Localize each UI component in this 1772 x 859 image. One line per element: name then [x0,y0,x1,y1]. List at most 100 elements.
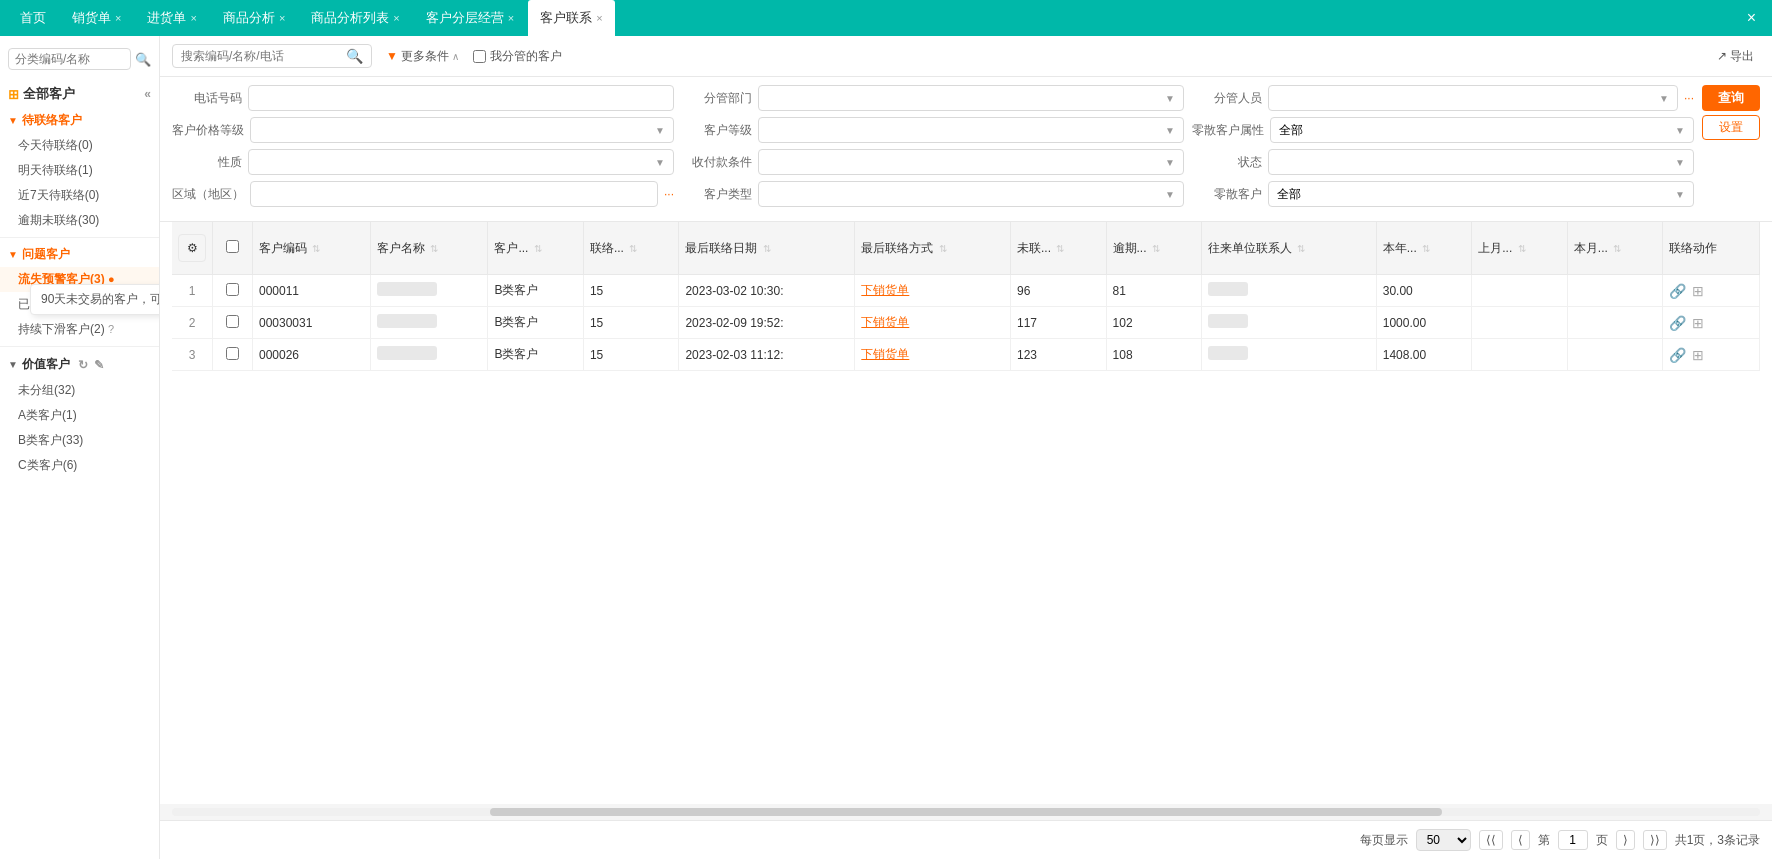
close-customer-contact-tab[interactable]: × [596,12,602,24]
sidebar-search-input[interactable] [8,48,131,70]
filter-payment-select[interactable]: ▼ [758,149,1184,175]
row1-lastmonth [1472,275,1568,307]
scrollbar-thumb[interactable] [490,808,1443,816]
col-name[interactable]: 客户名称 ⇅ [370,222,488,275]
filter-person-more[interactable]: ··· [1684,91,1694,105]
more-filter-button[interactable]: ▼ 更多条件 ∧ [380,46,465,67]
row1-grid-icon[interactable]: ⊞ [1692,283,1704,299]
filter-customerlevel-select[interactable]: ▼ [758,117,1184,143]
tab-purchaseorder[interactable]: 进货单 × [135,0,208,36]
sidebar-root-item[interactable]: ⊞ 全部客户 « [0,80,159,108]
sidebar-item-b-class[interactable]: B类客户(33) [0,428,159,453]
col-contact[interactable]: 联络... ⇅ [583,222,679,275]
sidebar-section-value[interactable]: ▼ 价值客户 ↻ ✎ [0,351,159,378]
search-button[interactable]: 查询 [1702,85,1760,111]
sidebar-section-pending[interactable]: ▼ 待联络客户 [0,108,159,133]
row1-thisyear: 30.00 [1376,275,1472,307]
tab-product-analysis[interactable]: 商品分析 × [211,0,297,36]
col-code[interactable]: 客户编码 ⇅ [253,222,371,275]
page-label: 第 [1538,832,1550,849]
row3-uncontacted: 123 [1011,339,1107,371]
col-action: 联络动作 [1663,222,1760,275]
row1-checkbox[interactable] [226,283,239,296]
pagination-next-button[interactable]: ⟩ [1616,830,1635,850]
pagination-last-button[interactable]: ⟩⟩ [1643,830,1667,850]
select-all-checkbox[interactable] [226,240,239,253]
col-thisyear[interactable]: 本年... ⇅ [1376,222,1472,275]
sidebar-item-today-contact[interactable]: 今天待联络(0) [0,133,159,158]
filter-row-2: 客户价格等级 ▼ 客户等级 ▼ [172,117,1694,143]
page-number-input[interactable] [1558,830,1588,850]
sidebar-item-7day-contact[interactable]: 近7天待联络(0) [0,183,159,208]
col-lastmonth[interactable]: 上月... ⇅ [1472,222,1568,275]
refresh-icon[interactable]: ↻ [78,358,88,372]
col-lastdate[interactable]: 最后联络日期 ⇅ [679,222,855,275]
window-close-button[interactable]: × [1739,5,1764,31]
col-thismonth[interactable]: 本月... ⇅ [1567,222,1663,275]
close-salesorder-tab[interactable]: × [115,12,121,24]
sidebar-item-tomorrow-contact[interactable]: 明天待联络(1) [0,158,159,183]
row1-contactperson-blurred [1208,282,1248,296]
filter-person-select[interactable]: ▼ [1268,85,1678,111]
filter-actions: 查询 设置 [1702,85,1760,213]
filter-pricelevel-select[interactable]: ▼ [250,117,674,143]
row2-checkbox[interactable] [226,315,239,328]
table-settings-gear[interactable]: ⚙ [178,234,206,262]
row3-grid-icon[interactable]: ⊞ [1692,347,1704,363]
row3-checkbox[interactable] [226,347,239,360]
horizontal-scrollbar[interactable] [172,808,1760,816]
tab-salesorder[interactable]: 销货单 × [60,0,133,36]
my-customers-checkbox[interactable] [473,50,486,63]
pagination-first-button[interactable]: ⟨⟨ [1479,830,1503,850]
filter-nature-select[interactable]: ▼ [248,149,674,175]
settings-button[interactable]: 设置 [1702,115,1760,140]
col-overdue[interactable]: 逾期... ⇅ [1106,222,1202,275]
sidebar-item-ungroup[interactable]: 未分组(32) [0,378,159,403]
tab-customer-tier[interactable]: 客户分层经营 × [414,0,526,36]
sidebar-item-overdue-contact[interactable]: 逾期未联络(30) [0,208,159,233]
filter-status-select[interactable]: ▼ [1268,149,1694,175]
filter-retail-select[interactable]: 全部 ▼ [1268,181,1694,207]
col-type[interactable]: 客户... ⇅ [488,222,584,275]
row2-link-icon[interactable]: 🔗 [1669,315,1686,331]
sidebar-search-icon[interactable]: 🔍 [135,52,151,67]
col-uncontacted[interactable]: 未联... ⇅ [1011,222,1107,275]
pagination-prev-button[interactable]: ⟨ [1511,830,1530,850]
filter-phone-input[interactable] [248,85,674,111]
row2-lastmethod-link[interactable]: 下销货单 [861,315,909,329]
col-contactperson[interactable]: 往来单位联系人 ⇅ [1202,222,1377,275]
filter-retailattr-select[interactable]: 全部 ▼ [1270,117,1694,143]
close-customer-tier-tab[interactable]: × [508,12,514,24]
row1-lastmethod-link[interactable]: 下销货单 [861,283,909,297]
tab-product-analysis-list[interactable]: 商品分析列表 × [299,0,411,36]
search-input[interactable] [181,49,342,63]
row3-link-icon[interactable]: 🔗 [1669,347,1686,363]
export-button[interactable]: ↗ 导出 [1711,46,1760,67]
col-lastmethod[interactable]: 最后联络方式 ⇅ [855,222,1011,275]
filter-region-more[interactable]: ··· [664,187,674,201]
page-size-select[interactable]: 50 100 200 [1416,829,1471,851]
tab-home[interactable]: 首页 [8,0,58,36]
close-product-analysis-list-tab[interactable]: × [393,12,399,24]
row3-thismonth [1567,339,1663,371]
row2-type: B类客户 [488,307,584,339]
sidebar-collapse-button[interactable]: « [144,87,151,101]
sidebar-item-declining[interactable]: 持续下滑客户(2) ? [0,317,159,342]
sidebar-section-problem[interactable]: ▼ 问题客户 [0,242,159,267]
search-button-icon[interactable]: 🔍 [346,48,363,64]
filter-dept-select[interactable]: ▼ [758,85,1184,111]
filter-region-select[interactable] [250,181,658,207]
filter-customertype-select[interactable]: ▼ [758,181,1184,207]
filter-retailattr-field: 零散客户属性 全部 ▼ [1192,117,1694,143]
row3-lastmethod-link[interactable]: 下销货单 [861,347,909,361]
row2-grid-icon[interactable]: ⊞ [1692,315,1704,331]
sidebar-item-a-class[interactable]: A类客户(1) [0,403,159,428]
sort-lastdate-icon: ⇅ [763,243,771,254]
close-product-analysis-tab[interactable]: × [279,12,285,24]
tab-customer-contact[interactable]: 客户联系 × [528,0,614,36]
sidebar-item-c-class[interactable]: C类客户(6) [0,453,159,478]
row1-link-icon[interactable]: 🔗 [1669,283,1686,299]
close-purchaseorder-tab[interactable]: × [190,12,196,24]
row1-name-blurred [377,282,437,296]
edit-icon[interactable]: ✎ [94,358,104,372]
